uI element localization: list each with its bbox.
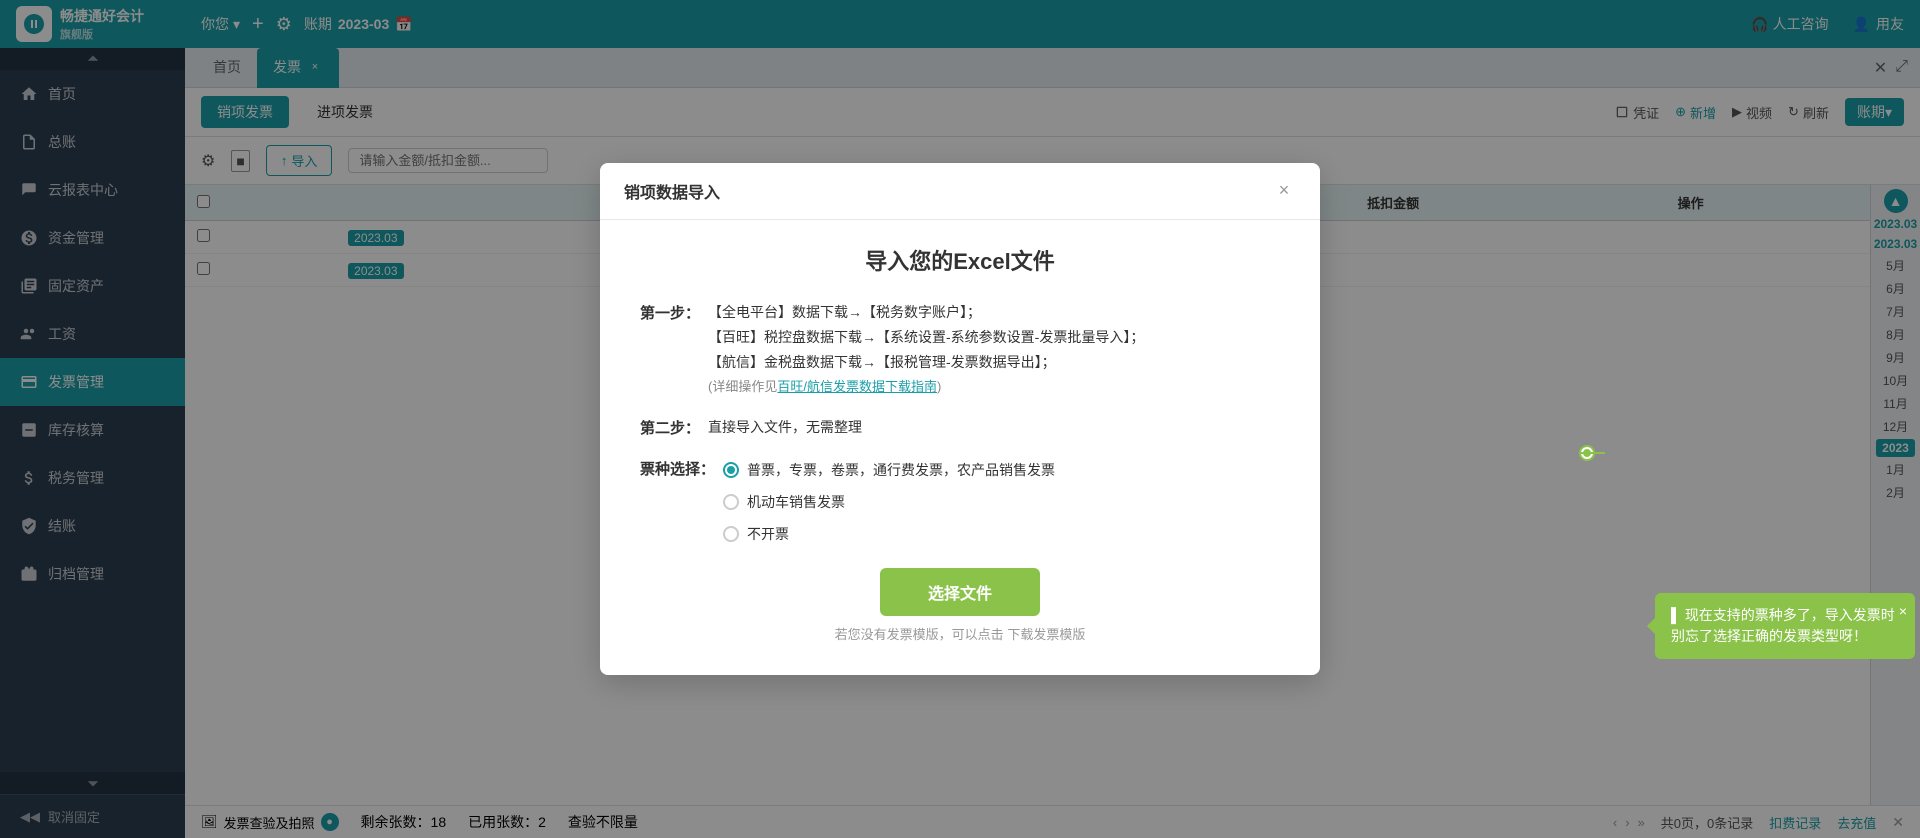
- step1-line2: 【百旺】税控盘数据下载→【系统设置-系统参数设置-发票批量导入】；: [708, 325, 1144, 350]
- radio-option-1[interactable]: 普票，专票，卷票，通行费发票，农产品销售发票: [723, 460, 1055, 480]
- footer-note-text: 若您没有发票模版，可以点击: [835, 627, 1004, 642]
- step1-note: (详细操作见百旺/航信发票数据下载指南): [708, 375, 1144, 398]
- tooltip-content: 现在支持的票种多了，导入发票时别忘了选择正确的发票类型呀！: [1671, 607, 1895, 644]
- radio-label-1: 普票，专票，卷票，通行费发票，农产品销售发票: [747, 460, 1055, 480]
- download-template-link[interactable]: 下载发票模版: [1007, 627, 1085, 642]
- ticket-row: 票种选择： 普票，专票，卷票，通行费发票，农产品销售发票 机动车销售发票 不开票: [640, 456, 1280, 544]
- tooltip-text: ▌: [1671, 607, 1681, 623]
- radio-option-3[interactable]: 不开票: [723, 524, 1055, 544]
- step2-content: 直接导入文件，无需整理: [708, 415, 862, 440]
- ticket-label: 票种选择：: [640, 458, 715, 544]
- dialog: 销项数据导入 × 导入您的Excel文件 第一步： 【全电平台】数据下载→【税务…: [600, 163, 1320, 675]
- radio-group: 普票，专票，卷票，通行费发票，农产品销售发票 机动车销售发票 不开票: [723, 460, 1055, 544]
- radio-circle-2: [723, 494, 739, 510]
- tooltip-bubble: × ▌ 现在支持的票种多了，导入发票时别忘了选择正确的发票类型呀！: [1655, 593, 1915, 659]
- dialog-title: 销项数据导入: [624, 179, 720, 203]
- dialog-header: 销项数据导入 ×: [600, 163, 1320, 220]
- tooltip-line: [1581, 452, 1605, 454]
- step1-label: 第一步：: [640, 302, 700, 399]
- select-file-btn[interactable]: 选择文件: [880, 568, 1040, 616]
- radio-label-2: 机动车销售发票: [747, 492, 845, 512]
- modal-overlay[interactable]: 销项数据导入 × 导入您的Excel文件 第一步： 【全电平台】数据下载→【税务…: [0, 0, 1920, 838]
- radio-circle-3: [723, 526, 739, 542]
- step2-label: 第二步：: [640, 417, 700, 440]
- dialog-close-btn[interactable]: ×: [1272, 179, 1296, 203]
- radio-option-2[interactable]: 机动车销售发票: [723, 492, 1055, 512]
- step1-content: 【全电平台】数据下载→【税务数字账户】； 【百旺】税控盘数据下载→【系统设置-系…: [708, 300, 1144, 399]
- radio-circle-1: [723, 462, 739, 478]
- dialog-body: 导入您的Excel文件 第一步： 【全电平台】数据下载→【税务数字账户】； 【百…: [600, 220, 1320, 675]
- step1-line1: 【全电平台】数据下载→【税务数字账户】；: [708, 300, 1144, 325]
- step1-row: 第一步： 【全电平台】数据下载→【税务数字账户】； 【百旺】税控盘数据下载→【系…: [640, 300, 1280, 399]
- tooltip-close-btn[interactable]: ×: [1899, 601, 1907, 622]
- dialog-main-title: 导入您的Excel文件: [640, 244, 1280, 276]
- dialog-footer-note: 若您没有发票模版，可以点击 下载发票模版: [640, 624, 1280, 643]
- step2-row: 第二步： 直接导入文件，无需整理: [640, 415, 1280, 440]
- radio-label-3: 不开票: [747, 524, 789, 544]
- step1-line3: 【航信】金税盘数据下载→【报税管理-发票数据导出】；: [708, 350, 1144, 375]
- guide-link[interactable]: 百旺/航信发票数据下载指南: [777, 379, 937, 394]
